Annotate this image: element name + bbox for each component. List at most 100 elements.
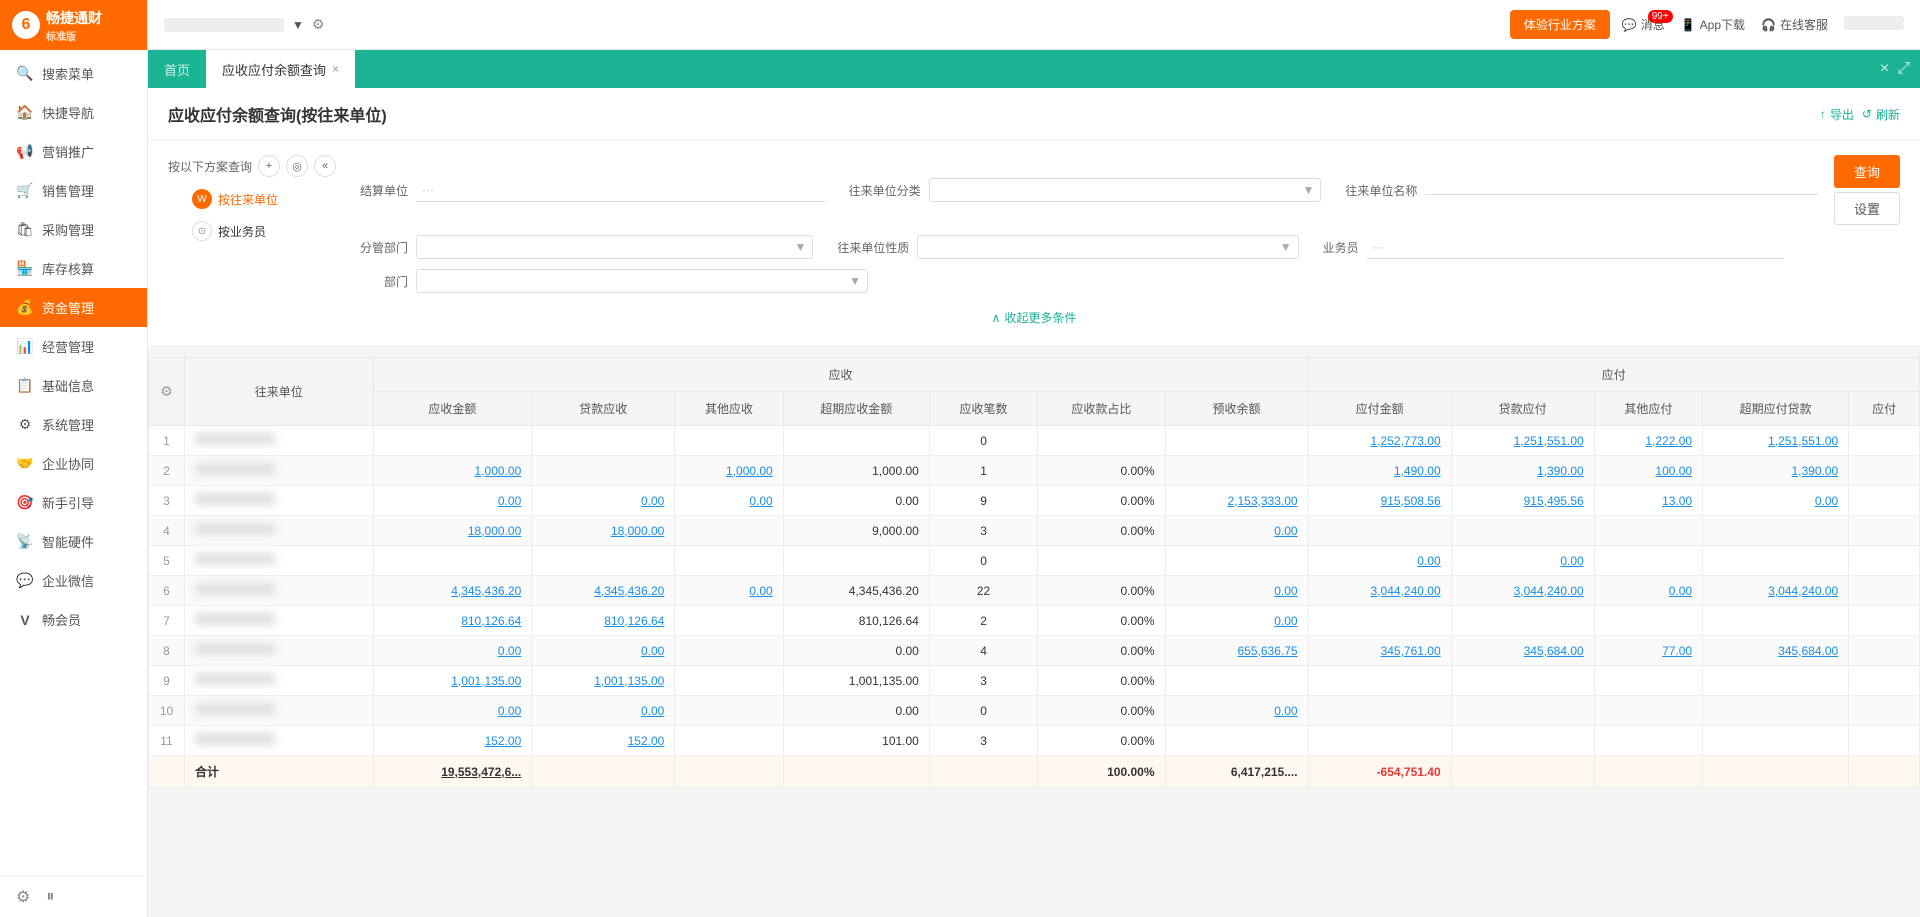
cell-link[interactable]: 0.00 <box>1274 524 1297 538</box>
scheme-by-partner[interactable]: W 按往来单位 <box>184 185 336 213</box>
cell-link[interactable]: 4,345,436.20 <box>594 584 664 598</box>
sidebar-item-guide[interactable]: 🎯 新手引导 <box>0 483 147 522</box>
scheme-back-icon[interactable]: « <box>314 155 336 177</box>
user-avatar[interactable] <box>1844 16 1904 33</box>
sidebar-item-sales[interactable]: 🛒 销售管理 <box>0 171 147 210</box>
query-button[interactable]: 查询 <box>1834 155 1900 188</box>
cell-link[interactable]: 0.00 <box>1560 554 1583 568</box>
sidebar-item-quicknav[interactable]: 🏠 快捷导航 <box>0 93 147 132</box>
cell-link[interactable]: 0.00 <box>1274 704 1297 718</box>
settings-bottom-icon[interactable]: ⚙ <box>16 887 30 907</box>
sidebar-item-inventory[interactable]: 🏪 库存核算 <box>0 249 147 288</box>
cell-link[interactable]: 0.00 <box>1815 494 1838 508</box>
scheme-by-staff[interactable]: ⊙ 按业务员 <box>184 217 336 245</box>
laiwei-nature-select[interactable]: ▼ <box>917 235 1298 259</box>
cell-link[interactable]: 1,000.00 <box>726 464 773 478</box>
cell-link[interactable]: 4,345,436.20 <box>451 584 521 598</box>
cell-link[interactable]: 0.00 <box>1417 554 1440 568</box>
gear-icon[interactable]: ⚙ <box>312 16 325 33</box>
tab-home[interactable]: 首页 <box>148 50 206 88</box>
cell-link[interactable]: 1,490.00 <box>1394 464 1441 478</box>
cell-link[interactable]: 1,222.00 <box>1645 434 1692 448</box>
cell-link[interactable]: 0.00 <box>641 494 664 508</box>
refresh-button[interactable]: ↺ 刷新 <box>1862 106 1900 123</box>
cell-link[interactable]: 13.00 <box>1662 494 1692 508</box>
cell-link[interactable]: 0.00 <box>641 704 664 718</box>
app-download[interactable]: 📱 App下载 <box>1681 16 1745 33</box>
cell-other-pay: 1,222.00 <box>1594 426 1702 456</box>
cell-link[interactable]: 3,044,240.00 <box>1768 584 1838 598</box>
cell-link[interactable]: 1,390.00 <box>1537 464 1584 478</box>
cell-link[interactable]: 152.00 <box>485 734 522 748</box>
cell-link[interactable]: 100.00 <box>1655 464 1692 478</box>
cell-link[interactable]: 152.00 <box>628 734 665 748</box>
scheme-add-icon[interactable]: + <box>258 155 280 177</box>
sidebar-item-smarthw[interactable]: 📡 智能硬件 <box>0 522 147 561</box>
dept-select[interactable]: ▼ <box>416 269 868 293</box>
cell-link[interactable]: 1,390.00 <box>1791 464 1838 478</box>
cell-link[interactable]: 0.00 <box>1274 584 1297 598</box>
tab-close-icon[interactable]: × <box>332 62 339 76</box>
cell-link[interactable]: 1,000.00 <box>475 464 522 478</box>
cell-link[interactable]: 0.00 <box>498 494 521 508</box>
close-window-icon[interactable]: × <box>1880 60 1889 78</box>
cell-link[interactable]: 18,000.00 <box>468 524 521 538</box>
cell-link[interactable]: 1,001,135.00 <box>594 674 664 688</box>
cell-link[interactable]: 810,126.64 <box>604 614 664 628</box>
cell-link[interactable]: 1,251,551.00 <box>1514 434 1584 448</box>
cell-link[interactable]: 810,126.64 <box>461 614 521 628</box>
cell-link[interactable]: 655,636.75 <box>1238 644 1298 658</box>
cell-link[interactable]: 3,044,240.00 <box>1514 584 1584 598</box>
sidebar-item-search[interactable]: 🔍 搜索菜单 <box>0 54 147 93</box>
sidebar-item-vip[interactable]: V 畅会员 <box>0 600 147 639</box>
sidebar-item-marketing[interactable]: 📢 营销推广 <box>0 132 147 171</box>
cell-link[interactable]: 0.00 <box>1669 584 1692 598</box>
purchase-icon: 🛍 <box>16 221 34 238</box>
cell-link[interactable]: 345,761.00 <box>1381 644 1441 658</box>
collapse-sidebar-icon[interactable]: ⏸ <box>46 888 54 906</box>
scheme-edit-icon[interactable]: ◎ <box>286 155 308 177</box>
tab-current[interactable]: 应收应付余额查询 × <box>206 50 355 88</box>
cell-link[interactable]: 0.00 <box>749 494 772 508</box>
expand-window-icon[interactable]: ⤢ <box>1897 60 1910 78</box>
table-settings-icon[interactable]: ⚙ <box>160 383 173 399</box>
laiwei-classify-select[interactable]: ▼ <box>929 178 1322 202</box>
cell-link[interactable]: 345,684.00 <box>1524 644 1584 658</box>
sidebar-item-wechat[interactable]: 💬 企业微信 <box>0 561 147 600</box>
message-badge[interactable]: 💬 消息 99+ <box>1622 16 1665 33</box>
setting-button[interactable]: 设置 <box>1834 192 1900 225</box>
cell-link[interactable]: 18,000.00 <box>611 524 664 538</box>
cell-link[interactable]: 77.00 <box>1662 644 1692 658</box>
online-service[interactable]: 🎧 在线客服 <box>1761 16 1828 33</box>
sidebar-item-purchase[interactable]: 🛍 采购管理 <box>0 210 147 249</box>
cell-link[interactable]: 0.00 <box>498 644 521 658</box>
cell-prepay <box>1165 456 1308 486</box>
cell-link[interactable]: 0.00 <box>1274 614 1297 628</box>
jiesuan-input[interactable]: ··· <box>416 179 825 202</box>
sidebar-item-operations[interactable]: 📊 经营管理 <box>0 327 147 366</box>
sidebar-item-finance[interactable]: 💰 资金管理 <box>0 288 147 327</box>
business-staff-input[interactable]: ··· <box>1367 236 1784 259</box>
cell-link[interactable]: 3,044,240.00 <box>1371 584 1441 598</box>
sidebar-item-enterprise[interactable]: 🤝 企业协同 <box>0 444 147 483</box>
cell-link[interactable]: 915,495.56 <box>1524 494 1584 508</box>
cell-link[interactable]: 0.00 <box>498 704 521 718</box>
data-table: ⚙ 往来单位 应收 应付 应收金额 贷款应收 其他应收 超期应收金额 应收笔数 … <box>148 357 1920 788</box>
collapse-button[interactable]: ∧ 收起更多条件 <box>992 303 1077 332</box>
sidebar-item-baseinfo[interactable]: 📋 基础信息 <box>0 366 147 405</box>
cell-link[interactable]: 345,684.00 <box>1778 644 1838 658</box>
fenguan-select[interactable]: ▼ <box>416 235 813 259</box>
cell-link[interactable]: 1,251,551.00 <box>1768 434 1838 448</box>
export-button[interactable]: ↑ 导出 <box>1820 106 1854 123</box>
cell-link[interactable]: 1,001,135.00 <box>451 674 521 688</box>
cell-link[interactable]: 0.00 <box>749 584 772 598</box>
promo-button[interactable]: 体验行业方案 <box>1510 10 1610 39</box>
cell-link[interactable]: 2,153,333.00 <box>1227 494 1297 508</box>
sidebar-item-system[interactable]: ⚙ 系统管理 <box>0 405 147 444</box>
dropdown-icon[interactable]: ▼ <box>292 18 304 32</box>
laiwei-name-input[interactable] <box>1425 186 1818 195</box>
cell-link[interactable]: 915,508.56 <box>1381 494 1441 508</box>
cell-overdue-recv: 4,345,436.20 <box>783 576 929 606</box>
cell-link[interactable]: 0.00 <box>641 644 664 658</box>
cell-link[interactable]: 1,252,773.00 <box>1371 434 1441 448</box>
